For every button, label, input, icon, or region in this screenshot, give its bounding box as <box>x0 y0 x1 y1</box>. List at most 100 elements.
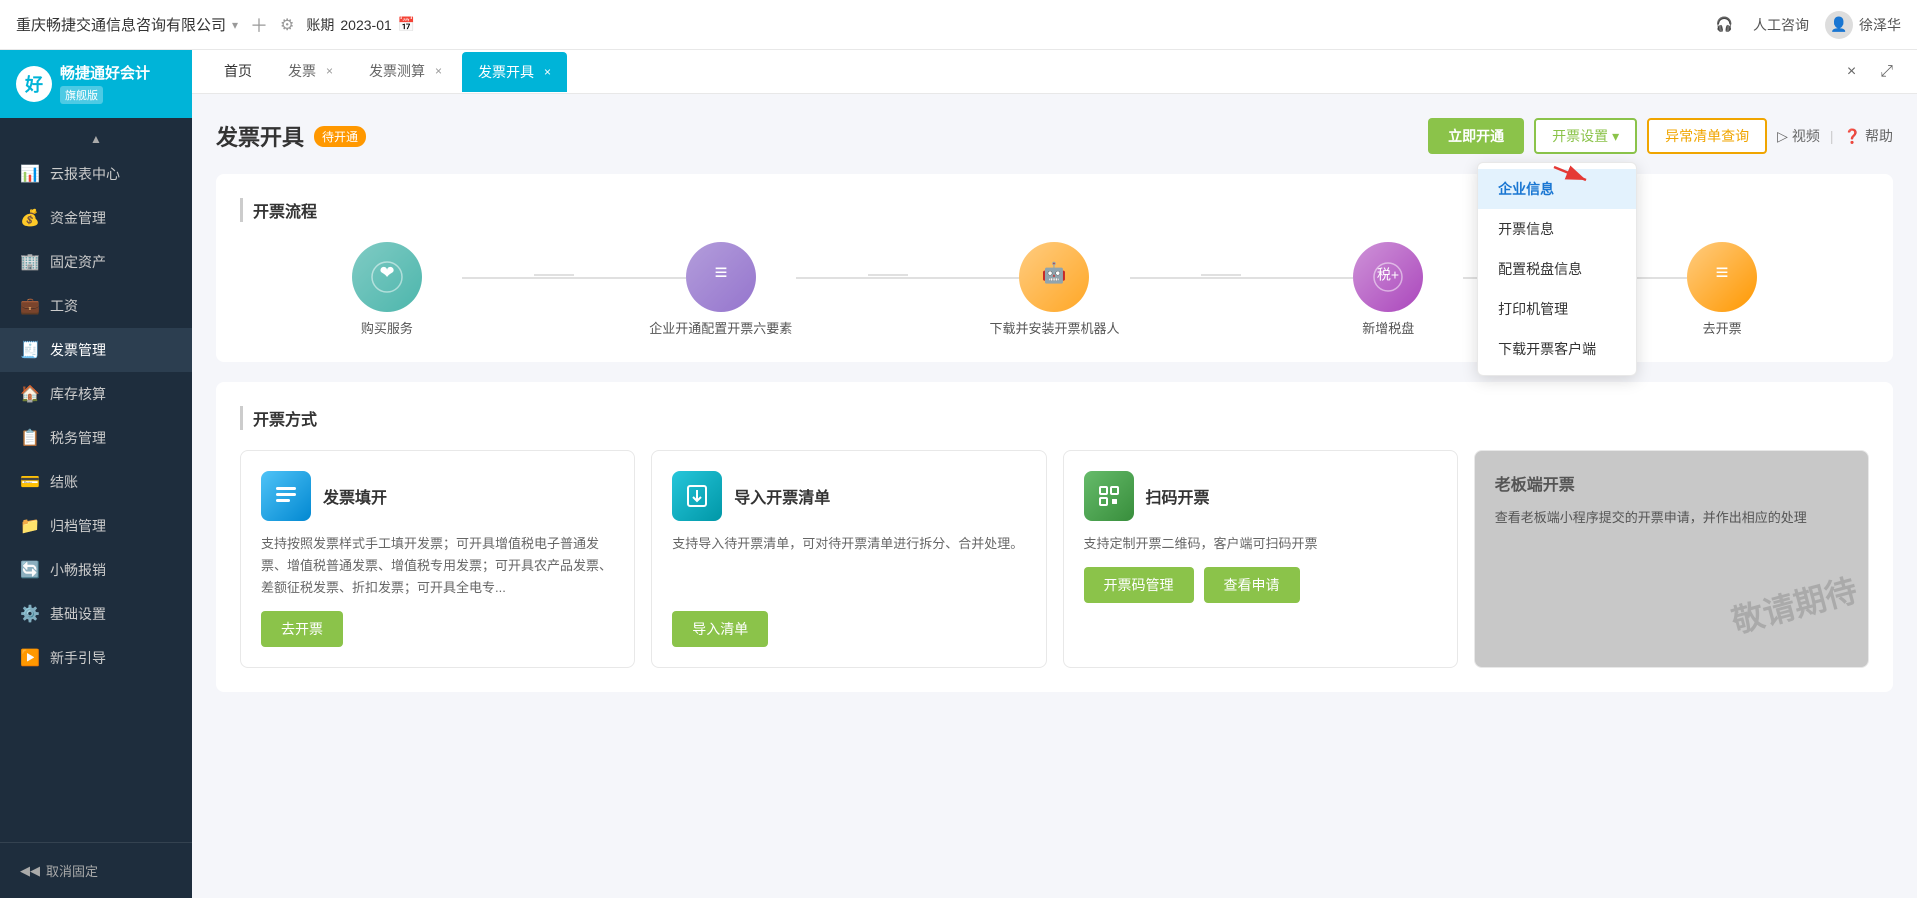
sidebar-item-settlement[interactable]: 💳 结账 <box>0 460 192 504</box>
dropdown-item-printer-mgmt[interactable]: 打印机管理 <box>1478 289 1636 329</box>
sidebar-item-fixed-assets[interactable]: 🏢 固定资产 <box>0 240 192 284</box>
flow-step-config-enterprise: ≡ 企业开通配置开票六要素 <box>574 242 868 338</box>
period-value: 2023-01 <box>340 17 391 33</box>
method-card-manual-fill: 发票填开 支持按照发票样式手工填开发票；可开具增值税电子普通发票、增值税普通发票… <box>240 450 635 668</box>
main-area: 好 畅捷通好会计 旗舰版 ▲ 📊 云报表中心 💰 资金管理 🏢 <box>0 50 1917 898</box>
qr-mgmt-btn[interactable]: 开票码管理 <box>1084 567 1194 603</box>
page-title-area: 发票开具 待开通 <box>216 120 366 152</box>
manual-fill-title: 发票填开 <box>323 484 387 508</box>
user-info[interactable]: 👤 徐泽华 <box>1825 11 1901 39</box>
sidebar-label-cloud-report: 云报表中心 <box>50 164 120 184</box>
activate-btn[interactable]: 立即开通 <box>1428 118 1524 154</box>
sidebar-item-inventory[interactable]: 🏠 库存核算 <box>0 372 192 416</box>
content-area: 首页 发票 × 发票测算 × 发票开具 × × ⤢ <box>192 50 1917 898</box>
sidebar-label-tax-mgmt: 税务管理 <box>50 428 106 448</box>
settings-chevron-icon: ▾ <box>1612 128 1619 145</box>
support-action[interactable]: 🎧 人工咨询 <box>1716 15 1809 35</box>
dropdown-item-company-info[interactable]: 企业信息 <box>1478 169 1636 209</box>
dropdown-item-download-client[interactable]: 下载开票客户端 <box>1478 329 1636 369</box>
add-tax-disk-icon: 税+ <box>1353 242 1423 312</box>
sidebar-label-inventory: 库存核算 <box>50 384 106 404</box>
divider: | <box>1830 128 1834 144</box>
sidebar-item-fund-mgmt[interactable]: 💰 资金管理 <box>0 196 192 240</box>
settlement-icon: 💳 <box>20 472 40 492</box>
dropdown-item-tax-disk[interactable]: 配置税盘信息 <box>1478 249 1636 289</box>
close-tab-btn[interactable]: × <box>1839 59 1864 85</box>
method-boss-header: 老板端开票 <box>1495 471 1848 495</box>
methods-section-title: 开票方式 <box>240 406 1869 430</box>
sidebar-item-tax-mgmt[interactable]: 📋 税务管理 <box>0 416 192 460</box>
tab-invoice-calc-label: 发票测算 <box>369 61 425 81</box>
method-card-scan-invoice: 扫码开票 支持定制开票二维码，客户端可扫码开票 开票码管理 查看申请 <box>1063 450 1458 668</box>
tab-invoice-issue-label: 发票开具 <box>478 62 534 82</box>
sidebar-item-basic-settings[interactable]: ⚙️ 基础设置 <box>0 592 192 636</box>
company-selector[interactable]: 重庆畅捷交通信息咨询有限公司 ▾ <box>16 14 238 35</box>
tab-invoice-calc[interactable]: 发票测算 × <box>353 51 458 93</box>
settings-btn[interactable]: 开票设置 ▾ <box>1534 118 1637 154</box>
video-label: 视频 <box>1792 126 1820 146</box>
video-btn[interactable]: ▷ 视频 <box>1777 126 1820 146</box>
tab-invoice-calc-close[interactable]: × <box>435 64 442 78</box>
sidebar-label-invoice-mgmt: 发票管理 <box>50 340 106 360</box>
tab-invoice-issue-close[interactable]: × <box>544 65 551 79</box>
sidebar-item-cloud-report[interactable]: 📊 云报表中心 <box>0 152 192 196</box>
sidebar-nav: ▲ 📊 云报表中心 💰 资金管理 🏢 固定资产 💼 工资 <box>0 118 192 842</box>
sidebar-cancel-fixed[interactable]: ◀◀ 取消固定 <box>0 851 192 890</box>
buy-service-icon: ❤ <box>352 242 422 312</box>
help-icon: ❓ <box>1844 128 1861 145</box>
chevron-down-icon: ▾ <box>232 18 238 32</box>
sidebar-label-basic-settings: 基础设置 <box>50 604 106 624</box>
sidebar-item-payroll[interactable]: 💼 工资 <box>0 284 192 328</box>
buy-service-label: 购买服务 <box>361 320 413 338</box>
tab-invoice-issue[interactable]: 发票开具 × <box>462 52 567 92</box>
settings-dropdown: 企业信息 开票信息 配置税盘信息 打印机管理 下载开票客户端 <box>1477 162 1637 376</box>
calendar-icon[interactable]: 📅 <box>398 16 415 33</box>
view-apply-btn[interactable]: 查看申请 <box>1204 567 1300 603</box>
sidebar-item-archive-mgmt[interactable]: 📁 归档管理 <box>0 504 192 548</box>
download-robot-label: 下载并安装开票机器人 <box>989 320 1119 338</box>
go-invoice-manual-btn[interactable]: 去开票 <box>261 611 343 647</box>
scan-invoice-icon <box>1084 471 1134 521</box>
payroll-icon: 💼 <box>20 296 40 316</box>
sidebar-item-new-guide[interactable]: ▶️ 新手引导 <box>0 636 192 680</box>
connector-3 <box>1201 274 1241 276</box>
sidebar-label-new-guide: 新手引导 <box>50 648 106 668</box>
top-bar: 重庆畅捷交通信息咨询有限公司 ▾ ＋ ⚙ 账期 2023-01 📅 🎧 人工咨询… <box>0 0 1917 50</box>
methods-grid: 发票填开 支持按照发票样式手工填开发票；可开具增值税电子普通发票、增值税普通发票… <box>240 450 1869 668</box>
flow-step-buy-service: ❤ 购买服务 <box>240 242 534 338</box>
company-name: 重庆畅捷交通信息咨询有限公司 <box>16 14 226 35</box>
report-sales-icon: 🔄 <box>20 560 40 580</box>
svg-text:≡: ≡ <box>714 260 727 285</box>
settings-btn-wrap: 开票设置 ▾ 企业信息 开票信息 配置税盘信息 打印机管理 下载开票客户端 <box>1534 118 1637 154</box>
tab-home[interactable]: 首页 <box>208 51 268 93</box>
inventory-icon: 🏠 <box>20 384 40 404</box>
import-list-btn[interactable]: 导入清单 <box>672 611 768 647</box>
manual-fill-icon <box>261 471 311 521</box>
page-header: 发票开具 待开通 立即开通 开票设置 ▾ <box>216 118 1893 154</box>
manual-fill-desc: 支持按照发票样式手工填开发票；可开具增值税电子普通发票、增值税普通发票、增值税专… <box>261 533 614 599</box>
exception-list-btn[interactable]: 异常清单查询 <box>1647 118 1767 154</box>
import-list-icon <box>672 471 722 521</box>
maximize-btn[interactable]: ⤢ <box>1872 59 1901 85</box>
sidebar-item-report-sales[interactable]: 🔄 小畅报销 <box>0 548 192 592</box>
top-bar-left: 重庆畅捷交通信息咨询有限公司 ▾ ＋ ⚙ 账期 2023-01 📅 <box>16 12 415 38</box>
tab-invoice-close[interactable]: × <box>326 64 333 78</box>
play-icon: ▷ <box>1777 128 1788 145</box>
svg-text:🤖: 🤖 <box>1042 261 1067 285</box>
sidebar-label-payroll: 工资 <box>50 296 78 316</box>
help-btn[interactable]: ❓ 帮助 <box>1844 126 1893 146</box>
connector-2 <box>868 274 908 276</box>
page-title: 发票开具 <box>216 120 304 152</box>
sidebar-label-report-sales: 小畅报销 <box>50 560 106 580</box>
boss-invoice-desc: 查看老板端小程序提交的开票申请，并作出相应的处理 <box>1495 507 1848 529</box>
plus-icon[interactable]: ＋ <box>250 12 268 38</box>
fixed-assets-icon: 🏢 <box>20 252 40 272</box>
tab-invoice[interactable]: 发票 × <box>272 51 349 93</box>
flow-step-download-robot: 🤖 下载并安装开票机器人 <box>908 242 1202 338</box>
dropdown-item-invoice-info[interactable]: 开票信息 <box>1478 209 1636 249</box>
gear-icon[interactable]: ⚙ <box>280 15 294 35</box>
sidebar-item-invoice-mgmt[interactable]: 🧾 发票管理 <box>0 328 192 372</box>
sidebar-label-fund-mgmt: 资金管理 <box>50 208 106 228</box>
sidebar-scroll-up[interactable]: ▲ <box>0 126 192 152</box>
settings-label: 开票设置 <box>1552 126 1608 146</box>
